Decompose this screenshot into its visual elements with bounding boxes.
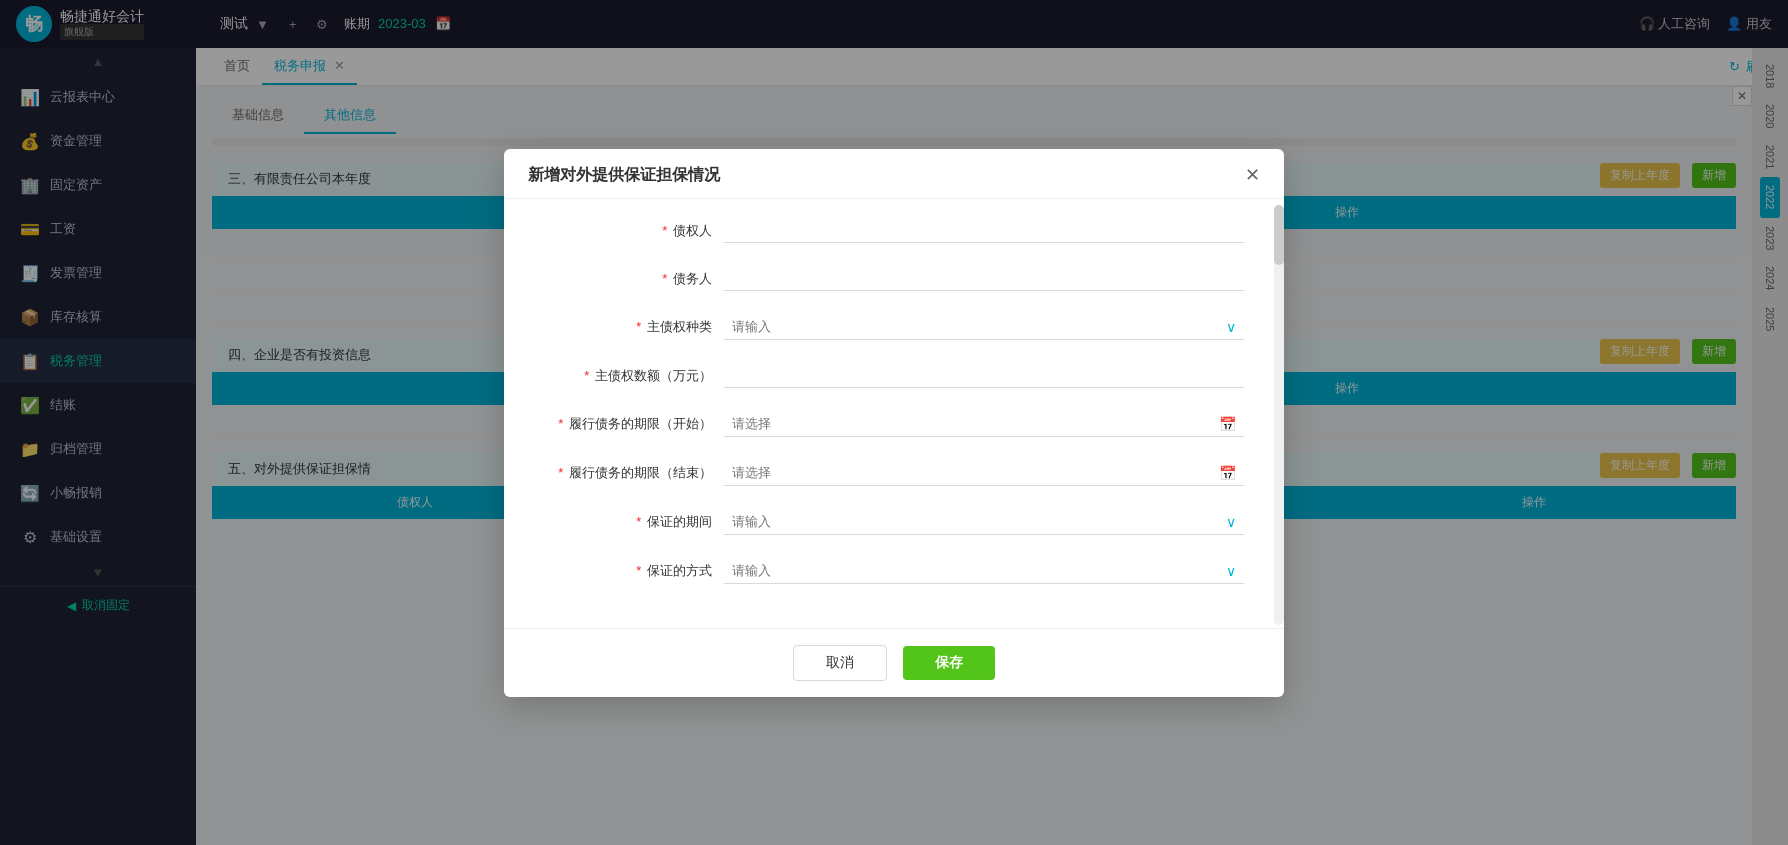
dialog-body: * 债权人 * 债务人 * 主债权种类 (504, 199, 1284, 628)
form-label-period-end: * 履行债务的期限（结束） (544, 464, 724, 482)
form-label-guarantee-method: * 保证的方式 (544, 562, 724, 580)
chevron-down-icon-1[interactable]: ∨ (1226, 319, 1236, 335)
dialog-scrollbar-thumb[interactable] (1274, 205, 1284, 265)
modal-overlay: 新增对外提供保证担保情况 ✕ * 债权人 * 债务人 (0, 0, 1788, 845)
input-claim-amount[interactable] (724, 364, 1244, 388)
form-label-creditor: * 债权人 (544, 222, 724, 240)
cancel-button[interactable]: 取消 (793, 645, 887, 681)
calendar-icon-end[interactable]: 📅 (1219, 465, 1236, 481)
form-label-claim-type: * 主债权种类 (544, 318, 724, 336)
dialog-close-icon[interactable]: ✕ (1245, 166, 1260, 184)
save-button[interactable]: 保存 (903, 646, 995, 680)
select-guarantee-period-input[interactable] (732, 514, 1226, 529)
chevron-down-icon-2[interactable]: ∨ (1226, 514, 1236, 530)
input-creditor[interactable] (724, 219, 1244, 243)
form-row-period-start: * 履行债务的期限（开始） 📅 (544, 412, 1244, 437)
select-claim-type[interactable]: ∨ (724, 315, 1244, 340)
select-claim-type-input[interactable] (732, 319, 1226, 334)
form-label-guarantee-period: * 保证的期间 (544, 513, 724, 531)
select-guarantee-method-input[interactable] (732, 563, 1226, 578)
form-row-claim-amount: * 主债权数额（万元） (544, 364, 1244, 388)
date-period-start[interactable]: 📅 (724, 412, 1244, 437)
form-row-creditor: * 债权人 (544, 219, 1244, 243)
select-guarantee-method[interactable]: ∨ (724, 559, 1244, 584)
dialog-header: 新增对外提供保证担保情况 ✕ (504, 149, 1284, 199)
form-label-period-start: * 履行债务的期限（开始） (544, 415, 724, 433)
dialog-title: 新增对外提供保证担保情况 (528, 165, 720, 186)
date-end-input[interactable] (732, 465, 1219, 480)
form-row-period-end: * 履行债务的期限（结束） 📅 (544, 461, 1244, 486)
form-label-debtor: * 债务人 (544, 270, 724, 288)
date-start-input[interactable] (732, 416, 1219, 431)
form-row-guarantee-method: * 保证的方式 ∨ (544, 559, 1244, 584)
calendar-icon-start[interactable]: 📅 (1219, 416, 1236, 432)
dialog-scrollbar-track (1274, 205, 1284, 625)
dialog: 新增对外提供保证担保情况 ✕ * 债权人 * 债务人 (504, 149, 1284, 697)
date-period-end[interactable]: 📅 (724, 461, 1244, 486)
form-row-guarantee-period: * 保证的期间 ∨ (544, 510, 1244, 535)
select-guarantee-period[interactable]: ∨ (724, 510, 1244, 535)
input-debtor[interactable] (724, 267, 1244, 291)
form-row-debtor: * 债务人 (544, 267, 1244, 291)
form-row-claim-type: * 主债权种类 ∨ (544, 315, 1244, 340)
chevron-down-icon-3[interactable]: ∨ (1226, 563, 1236, 579)
form-label-claim-amount: * 主债权数额（万元） (544, 367, 724, 385)
dialog-footer: 取消 保存 (504, 628, 1284, 697)
